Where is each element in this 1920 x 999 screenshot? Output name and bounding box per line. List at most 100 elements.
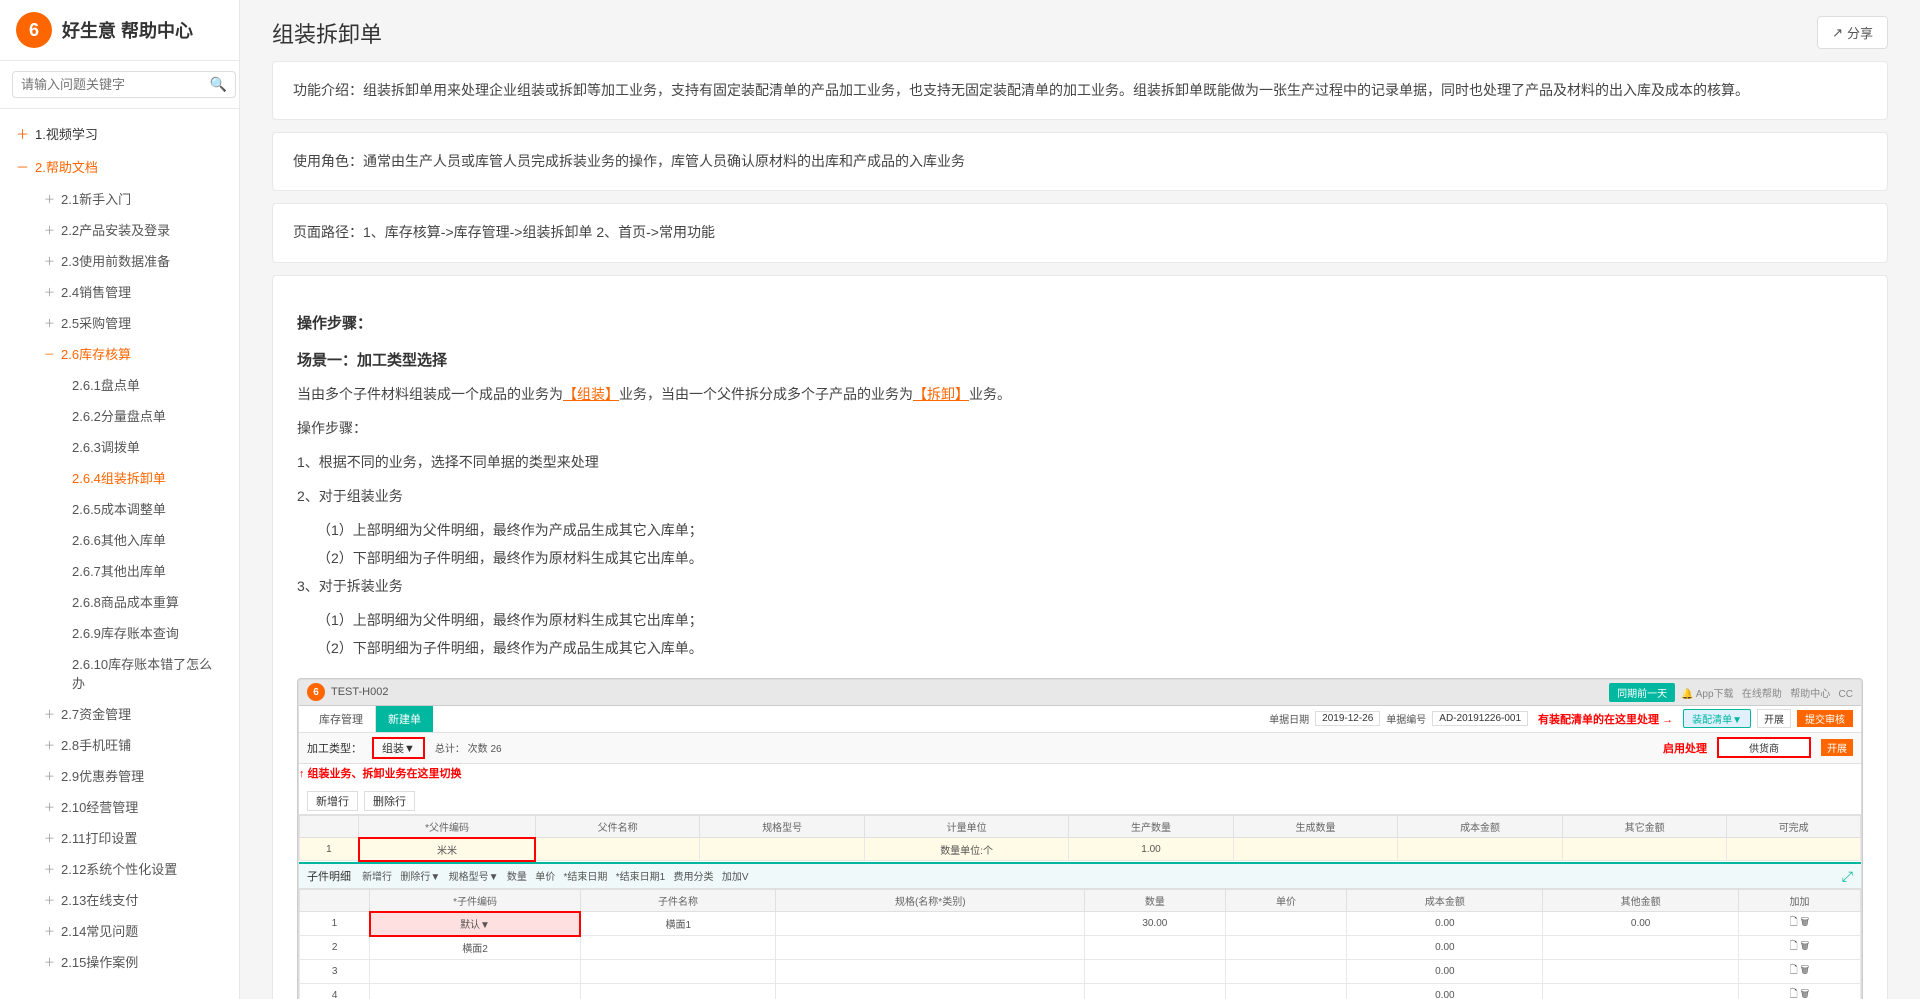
th-parent-name: 父件名称 <box>535 815 700 838</box>
logo-icon: 6 <box>16 12 52 48</box>
scenario1-title: 场景一：加工类型选择 <box>297 349 1863 370</box>
child-row-2: 2横面20.00🗋 🗑 <box>300 936 1861 960</box>
sidebar-item-269[interactable]: 2.6.9库存账本查询 <box>56 617 239 648</box>
step3: 3、对于拆装业务 <box>297 572 1863 600</box>
app-nav: 🔔 App下载 在线帮助 帮助中心 CC <box>1681 685 1853 700</box>
sidebar-item-265[interactable]: 2.6.5成本调整单 <box>56 493 239 524</box>
child-cell-spec-1 <box>776 912 1085 936</box>
sidebar-item-210[interactable]: ＋ 2.10经营管理 <box>28 791 239 822</box>
sidebar-header: 6 好生意 帮助中心 <box>0 0 239 61</box>
sidebar-item-27[interactable]: ＋ 2.7资金管理 <box>28 698 239 729</box>
sidebar-item-22[interactable]: ＋ 2.2产品安装及登录 <box>28 214 239 245</box>
logo-text: 好生意 帮助中心 <box>62 17 193 43</box>
sidebar-item-263[interactable]: 2.6.3调拨单 <box>56 431 239 462</box>
sidebar-label-264: 2.6.4组装拆卸单 <box>72 468 166 487</box>
sidebar-item-24[interactable]: ＋ 2.4销售管理 <box>28 276 239 307</box>
app-prev-btn[interactable]: 同期前一天 <box>1609 683 1675 702</box>
sidebar-item-29[interactable]: ＋ 2.9优惠券管理 <box>28 760 239 791</box>
sidebar-item-261[interactable]: 2.6.1盘点单 <box>56 369 239 400</box>
sidebar-label-214: 2.14常见问题 <box>61 921 138 940</box>
nav-icon-21: ＋ <box>44 191 55 207</box>
app-enable-input[interactable]: 供货商 <box>1717 737 1811 758</box>
sidebar-label-269: 2.6.9库存账本查询 <box>72 623 179 642</box>
app-company: TEST-H002 <box>331 686 388 698</box>
sidebar-item-21[interactable]: ＋ 2.1新手入门 <box>28 183 239 214</box>
th-cost: 成本金额 <box>1398 815 1563 838</box>
sidebar-item-262[interactable]: 2.6.2分量盘点单 <box>56 400 239 431</box>
share-button[interactable]: ↗ 分享 <box>1817 16 1888 49</box>
child-toolbar: 新增行 删除行▼ 规格型号▼ 数量 单价 *结束日期 *结束日期1 费用分类 加… <box>362 872 749 883</box>
child-cell-qty-1: 30.00 <box>1085 912 1225 936</box>
sidebar-label-268: 2.6.8商品成本重算 <box>72 592 179 611</box>
cell-parent-name <box>535 838 700 861</box>
nav-icon-26: － <box>44 346 55 362</box>
sidebar-item-docs-label: 2.帮助文档 <box>35 157 98 176</box>
sidebar-item-211[interactable]: ＋ 2.11打印设置 <box>28 822 239 853</box>
sidebar-item-25[interactable]: ＋ 2.5采购管理 <box>28 307 239 338</box>
child-th-name: 子件名称 <box>580 889 776 912</box>
nav-icon-215: ＋ <box>44 954 55 970</box>
cell-parent-code[interactable]: 米米 <box>359 838 536 861</box>
app-field-date-value[interactable]: 2019-12-26 <box>1315 711 1380 726</box>
step2-2: （2）下部明细为子件明细，最终作为原材料生成其它出库单。 <box>297 544 1863 572</box>
search-input[interactable] <box>12 71 236 98</box>
th-spec: 规格型号 <box>700 815 865 838</box>
app-btn-expand2[interactable]: 开展 <box>1821 739 1853 756</box>
sidebar-item-video-label: 1.视频学习 <box>35 124 98 143</box>
cell-unit: 数量单位:个 <box>864 838 1068 861</box>
sidebar-item-28[interactable]: ＋ 2.8手机旺铺 <box>28 729 239 760</box>
app-btn-delrow[interactable]: 删除行 <box>364 791 415 811</box>
app-field-code-value[interactable]: AD-20191226-001 <box>1432 711 1528 726</box>
cell-gen-qty <box>1233 838 1398 861</box>
sidebar-item-215[interactable]: ＋ 2.15操作案例 <box>28 946 239 977</box>
child-row-4: 40.00🗋 🗑 <box>300 984 1861 999</box>
sidebar-item-video[interactable]: ＋ 1.视频学习 <box>0 117 239 150</box>
sidebar-item-268[interactable]: 2.6.8商品成本重算 <box>56 586 239 617</box>
steps-label: 操作步骤： <box>297 414 1863 442</box>
sidebar-item-213[interactable]: ＋ 2.13在线支付 <box>28 884 239 915</box>
child-cell-name-1: 横面1 <box>580 912 776 936</box>
sidebar-label-28: 2.8手机旺铺 <box>61 735 131 754</box>
sidebar-item-212[interactable]: ＋ 2.12系统个性化设置 <box>28 853 239 884</box>
parent-table-row: 1 米米 数量单位:个 1.00 <box>300 838 1861 861</box>
sidebar-label-263: 2.6.3调拨单 <box>72 437 140 456</box>
path-text: 页面路径：1、库存核算->库存管理->组装拆卸单 2、首页->常用功能 <box>293 224 715 240</box>
sidebar-item-2610[interactable]: 2.6.10库存账本错了怎么办 <box>56 648 239 698</box>
sidebar-item-266[interactable]: 2.6.6其他入库单 <box>56 524 239 555</box>
app-btn-addrow[interactable]: 新增行 <box>307 791 358 811</box>
th-prod-qty: 生产数量 <box>1069 815 1234 838</box>
role-block: 使用角色：通常由生产人员或库管人员完成拆装业务的操作，库管人员确认原材料的出库和… <box>272 132 1888 191</box>
assemble-link[interactable]: 【组装】 <box>563 386 619 402</box>
sidebar-item-23[interactable]: ＋ 2.3使用前数据准备 <box>28 245 239 276</box>
role-text: 使用角色：通常由生产人员或库管人员完成拆装业务的操作，库管人员确认原材料的出库和… <box>293 153 965 169</box>
sidebar-label-210: 2.10经营管理 <box>61 797 138 816</box>
scenario1-desc: 当由多个子件材料组装成一个成品的业务为【组装】业务，当由一个父件拆分成多个子产品… <box>297 380 1863 408</box>
app-tab-new[interactable]: 新建单 <box>376 706 433 732</box>
sidebar-item-267[interactable]: 2.6.7其他出库单 <box>56 555 239 586</box>
cell-complete <box>1727 838 1861 861</box>
sidebar-item-214[interactable]: ＋ 2.14常见问题 <box>28 915 239 946</box>
steps-title: 操作步骤： <box>297 312 1863 333</box>
app-btn-expand[interactable]: 开展 <box>1757 709 1791 728</box>
cell-num: 1 <box>300 838 359 861</box>
search-button[interactable]: 🔍 <box>210 76 227 93</box>
disassemble-link[interactable]: 【拆卸】 <box>913 386 969 402</box>
child-expand-icon[interactable]: ⤢ <box>1842 868 1853 885</box>
app-btn-assembly[interactable]: 装配清单▼ <box>1683 709 1751 728</box>
app-type-select[interactable]: 组装▼ <box>372 737 425 759</box>
sidebar-label-261: 2.6.1盘点单 <box>72 375 140 394</box>
sidebar: 6 好生意 帮助中心 🔍 ＋ 1.视频学习 － 2.帮助文档 ＋ 2.1新手入门… <box>0 0 240 999</box>
main-content: 组装拆卸单 ↗ 分享 功能介绍：组装拆卸单用来处理企业组装或拆卸等加工业务，支持… <box>240 0 1920 999</box>
sidebar-item-26[interactable]: － 2.6库存核算 <box>28 338 239 369</box>
child-cell-code-1: 默认▼ <box>370 912 580 936</box>
sidebar-label-2610: 2.6.10库存账本错了怎么办 <box>72 654 223 692</box>
app-tab-inventory[interactable]: 库存管理 <box>307 706 376 732</box>
app-field-code-label: 单据编号 <box>1386 711 1426 726</box>
intro-block: 功能介绍：组装拆卸单用来处理企业组装或拆卸等加工业务，支持有固定装配清单的产品加… <box>272 61 1888 120</box>
app-btn-submit[interactable]: 提交审核 <box>1797 710 1853 727</box>
cell-other <box>1562 838 1727 861</box>
child-th-cost: 成本金额 <box>1347 889 1543 912</box>
sidebar-item-264[interactable]: 2.6.4组装拆卸单 <box>56 462 239 493</box>
sidebar-item-docs[interactable]: － 2.帮助文档 <box>0 150 239 183</box>
th-num <box>300 815 359 838</box>
